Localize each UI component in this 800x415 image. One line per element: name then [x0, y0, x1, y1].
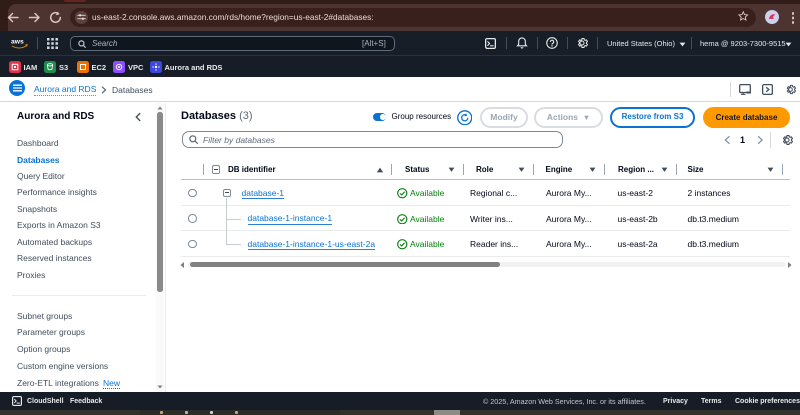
svg-text:aws: aws	[11, 38, 24, 45]
